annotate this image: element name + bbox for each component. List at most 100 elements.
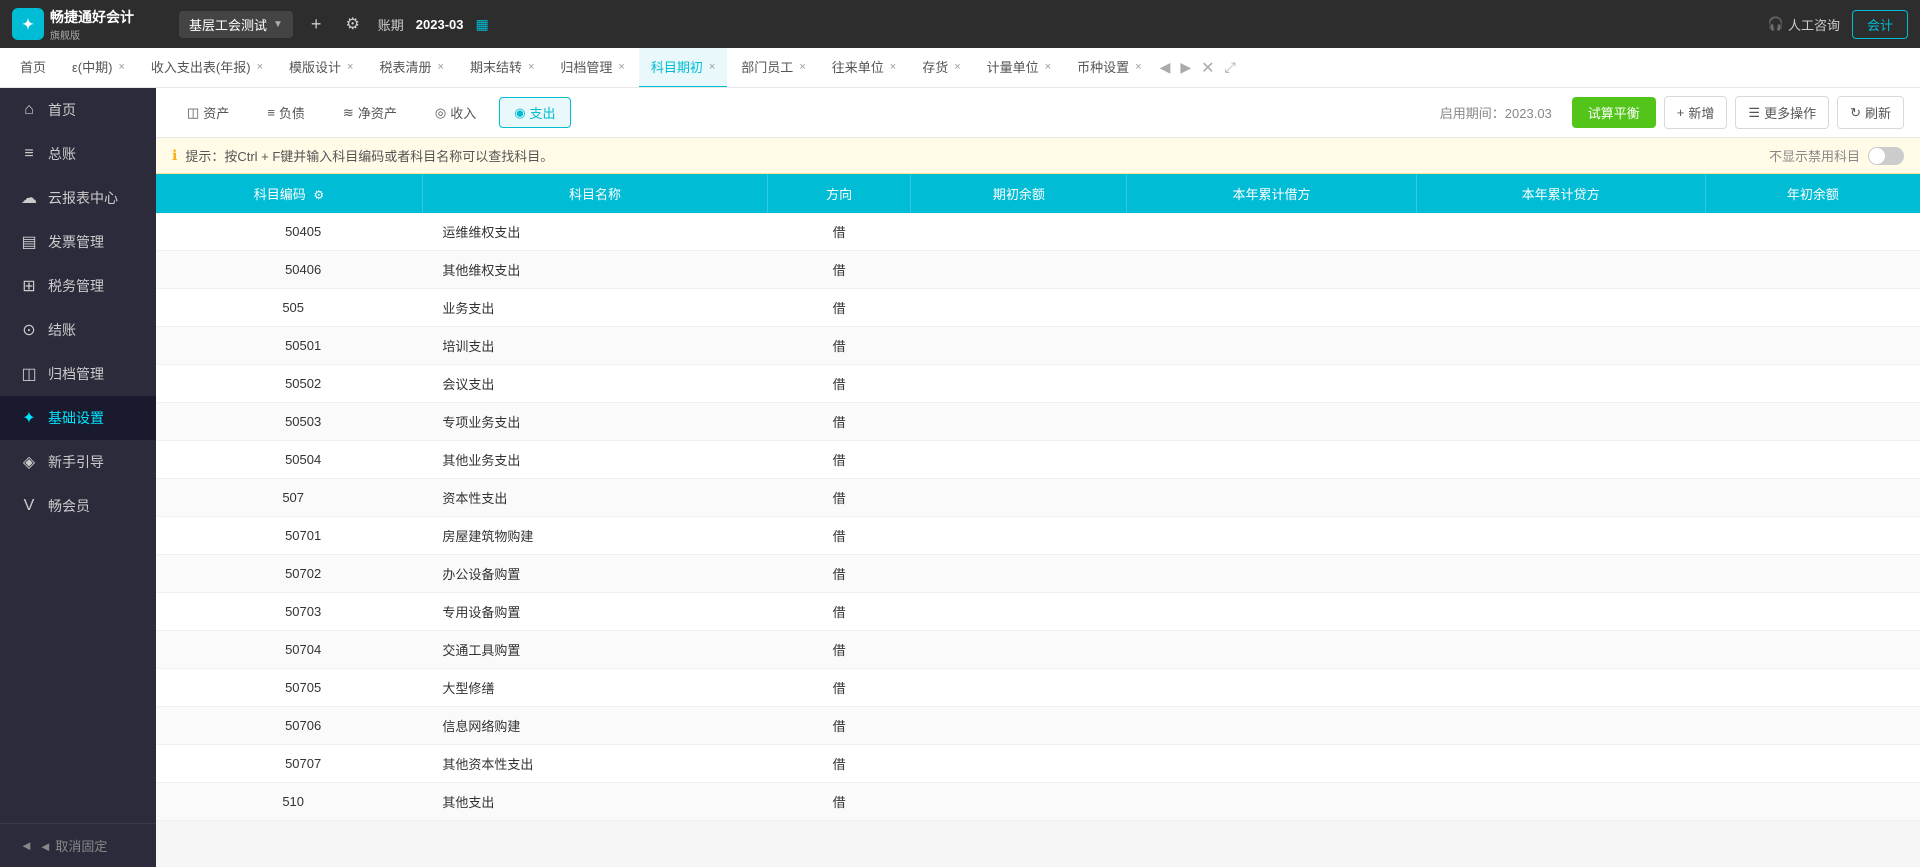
trial-balance-button[interactable]: 试算平衡 bbox=[1572, 97, 1656, 128]
cell-code: 510 bbox=[156, 783, 422, 821]
table-row[interactable]: 50503专项业务支出借 bbox=[156, 403, 1920, 441]
cell-name: 房屋建筑物购建 bbox=[422, 517, 767, 555]
table-row[interactable]: 50707其他资本性支出借 bbox=[156, 745, 1920, 783]
tab-label: 模版设计 bbox=[289, 57, 341, 76]
add-tab-button[interactable]: + bbox=[305, 14, 328, 35]
project-selector[interactable]: 基层工会测试 ▼ bbox=[179, 11, 293, 38]
gear-icon[interactable]: ⚙ bbox=[313, 188, 324, 202]
sub-header: ◫ 资产 ≡ 负债 ≋ 净资产 ◎ 收入 ◉ 支出 启用期间：2023.03 试… bbox=[156, 88, 1920, 138]
cell-year-initial bbox=[1705, 251, 1920, 289]
table-row[interactable]: 50702办公设备购置借 bbox=[156, 555, 1920, 593]
tab-inventory[interactable]: 存货 × bbox=[910, 48, 972, 88]
cell-ytd-credit bbox=[1416, 517, 1705, 555]
cell-code: 50504 bbox=[156, 441, 422, 479]
tab-currency[interactable]: 币种设置 × bbox=[1065, 48, 1153, 88]
sidebar-item-home[interactable]: ⌂ 首页 bbox=[0, 88, 156, 132]
expand-icon[interactable]: ⤢ bbox=[1221, 59, 1240, 76]
sidebar-item-basic-settings[interactable]: ✦ 基础设置 bbox=[0, 396, 156, 440]
sidebar-item-guide[interactable]: ◈ 新手引导 bbox=[0, 440, 156, 484]
table-row[interactable]: 50701房屋建筑物购建借 bbox=[156, 517, 1920, 555]
checkout-icon: ⊙ bbox=[20, 320, 38, 340]
period-value: 2023-03 bbox=[416, 17, 464, 32]
table-row[interactable]: 507资本性支出借 bbox=[156, 479, 1920, 517]
close-icon[interactable]: × bbox=[954, 61, 960, 73]
cell-ytd-credit bbox=[1416, 783, 1705, 821]
toggle-switch[interactable] bbox=[1868, 147, 1904, 165]
tab-label: 部门员工 bbox=[741, 57, 793, 76]
home-icon: ⌂ bbox=[20, 101, 38, 119]
tab-next-icon[interactable]: ▶ bbox=[1176, 59, 1195, 76]
sidebar-item-checkout[interactable]: ⊙ 结账 bbox=[0, 308, 156, 352]
settings-icon[interactable]: ⚙ bbox=[339, 14, 365, 34]
close-icon[interactable]: × bbox=[438, 61, 444, 73]
table-row[interactable]: 50703专用设备购置借 bbox=[156, 593, 1920, 631]
tab-tax-list[interactable]: 税表清册 × bbox=[367, 48, 455, 88]
close-icon[interactable]: × bbox=[118, 61, 124, 73]
sidebar-label: 畅会员 bbox=[48, 496, 90, 516]
tab-archive-mgmt[interactable]: 归档管理 × bbox=[548, 48, 636, 88]
close-icon[interactable]: × bbox=[709, 61, 715, 73]
filter-tab-asset[interactable]: ◫ 资产 bbox=[172, 97, 244, 128]
close-icon[interactable]: × bbox=[1045, 61, 1051, 73]
table-row[interactable]: 50502会议支出借 bbox=[156, 365, 1920, 403]
filter-tab-income[interactable]: ◎ 收入 bbox=[420, 97, 491, 128]
tab-subject-initial[interactable]: 科目期初 × bbox=[639, 48, 727, 88]
cell-initial-balance bbox=[911, 403, 1127, 441]
more-actions-button[interactable]: ☰ 更多操作 bbox=[1735, 96, 1829, 129]
filter-tab-net-asset[interactable]: ≋ 净资产 bbox=[328, 97, 412, 128]
sidebar-item-archive[interactable]: ◫ 归档管理 bbox=[0, 352, 156, 396]
table-row[interactable]: 50704交通工具购置借 bbox=[156, 631, 1920, 669]
table-row[interactable]: 50706信息网络购建借 bbox=[156, 707, 1920, 745]
table-row[interactable]: 50504其他业务支出借 bbox=[156, 441, 1920, 479]
calendar-icon[interactable]: ▦ bbox=[476, 16, 489, 33]
table-wrapper[interactable]: 科目编码 ⚙ 科目名称 方向 期初余额 本年累计借方 本年累计贷方 年初余额 5… bbox=[156, 174, 1920, 867]
table-row[interactable]: 505业务支出借 bbox=[156, 289, 1920, 327]
filter-label: 净资产 bbox=[358, 103, 397, 122]
filter-tab-liability[interactable]: ≡ 负债 bbox=[252, 97, 320, 128]
app-logo-icon: ✦ bbox=[12, 8, 44, 40]
table-row[interactable]: 510其他支出借 bbox=[156, 783, 1920, 821]
close-icon[interactable]: × bbox=[799, 61, 805, 73]
account-button[interactable]: 会计 bbox=[1852, 10, 1908, 39]
tab-dept-staff[interactable]: 部门员工 × bbox=[729, 48, 817, 88]
sidebar-item-ledger[interactable]: ≡ 总账 bbox=[0, 132, 156, 176]
close-icon[interactable]: × bbox=[890, 61, 896, 73]
col-ytd-debit: 本年累计借方 bbox=[1127, 174, 1416, 213]
sidebar-item-membership[interactable]: V 畅会员 bbox=[0, 484, 156, 528]
close-all-tabs-icon[interactable]: ✕ bbox=[1197, 58, 1218, 78]
support-button[interactable]: 🎧 人工咨询 bbox=[1768, 15, 1840, 34]
sidebar-item-tax[interactable]: ⊞ 税务管理 bbox=[0, 264, 156, 308]
cell-name: 其他维权支出 bbox=[422, 251, 767, 289]
tab-label: 存货 bbox=[922, 57, 948, 76]
tab-homepage[interactable]: 首页 bbox=[8, 48, 58, 88]
close-icon[interactable]: × bbox=[1135, 61, 1141, 73]
tab-contacts[interactable]: 往来单位 × bbox=[820, 48, 908, 88]
table-row[interactable]: 50705大型修缮借 bbox=[156, 669, 1920, 707]
close-icon[interactable]: × bbox=[347, 61, 353, 73]
sidebar-item-cloud-report[interactable]: ☁ 云报表中心 bbox=[0, 176, 156, 220]
tab-label: 期末结转 bbox=[470, 57, 522, 76]
add-button[interactable]: + 新增 bbox=[1664, 96, 1728, 129]
close-icon[interactable]: × bbox=[528, 61, 534, 73]
tab-prev-icon[interactable]: ◀ bbox=[1156, 59, 1175, 76]
close-icon[interactable]: × bbox=[618, 61, 624, 73]
sidebar-item-invoice[interactable]: ▤ 发票管理 bbox=[0, 220, 156, 264]
sidebar-collapse-button[interactable]: ◄ ◄ 取消固定 bbox=[0, 823, 156, 867]
table-row[interactable]: 50501培训支出借 bbox=[156, 327, 1920, 365]
filter-tab-expense[interactable]: ◉ 支出 bbox=[499, 97, 570, 128]
cell-code: 50502 bbox=[156, 365, 422, 403]
cell-direction: 借 bbox=[768, 289, 911, 327]
tab-unit[interactable]: 计量单位 × bbox=[975, 48, 1063, 88]
table-row[interactable]: 50406其他维权支出借 bbox=[156, 251, 1920, 289]
cell-ytd-debit bbox=[1127, 669, 1416, 707]
cell-year-initial bbox=[1705, 555, 1920, 593]
close-icon[interactable]: × bbox=[257, 61, 263, 73]
tab-template-design[interactable]: 模版设计 × bbox=[277, 48, 365, 88]
cell-year-initial bbox=[1705, 669, 1920, 707]
tab-period-end[interactable]: 期末结转 × bbox=[458, 48, 546, 88]
toggle-label: 不显示禁用科目 bbox=[1769, 146, 1860, 165]
tab-income-expense[interactable]: 收入支出表(年报) × bbox=[139, 48, 275, 88]
refresh-button[interactable]: ↻ 刷新 bbox=[1837, 96, 1904, 129]
tab-mid-period[interactable]: ε(中期) × bbox=[60, 48, 137, 88]
table-row[interactable]: 50405运维维权支出借 bbox=[156, 213, 1920, 251]
